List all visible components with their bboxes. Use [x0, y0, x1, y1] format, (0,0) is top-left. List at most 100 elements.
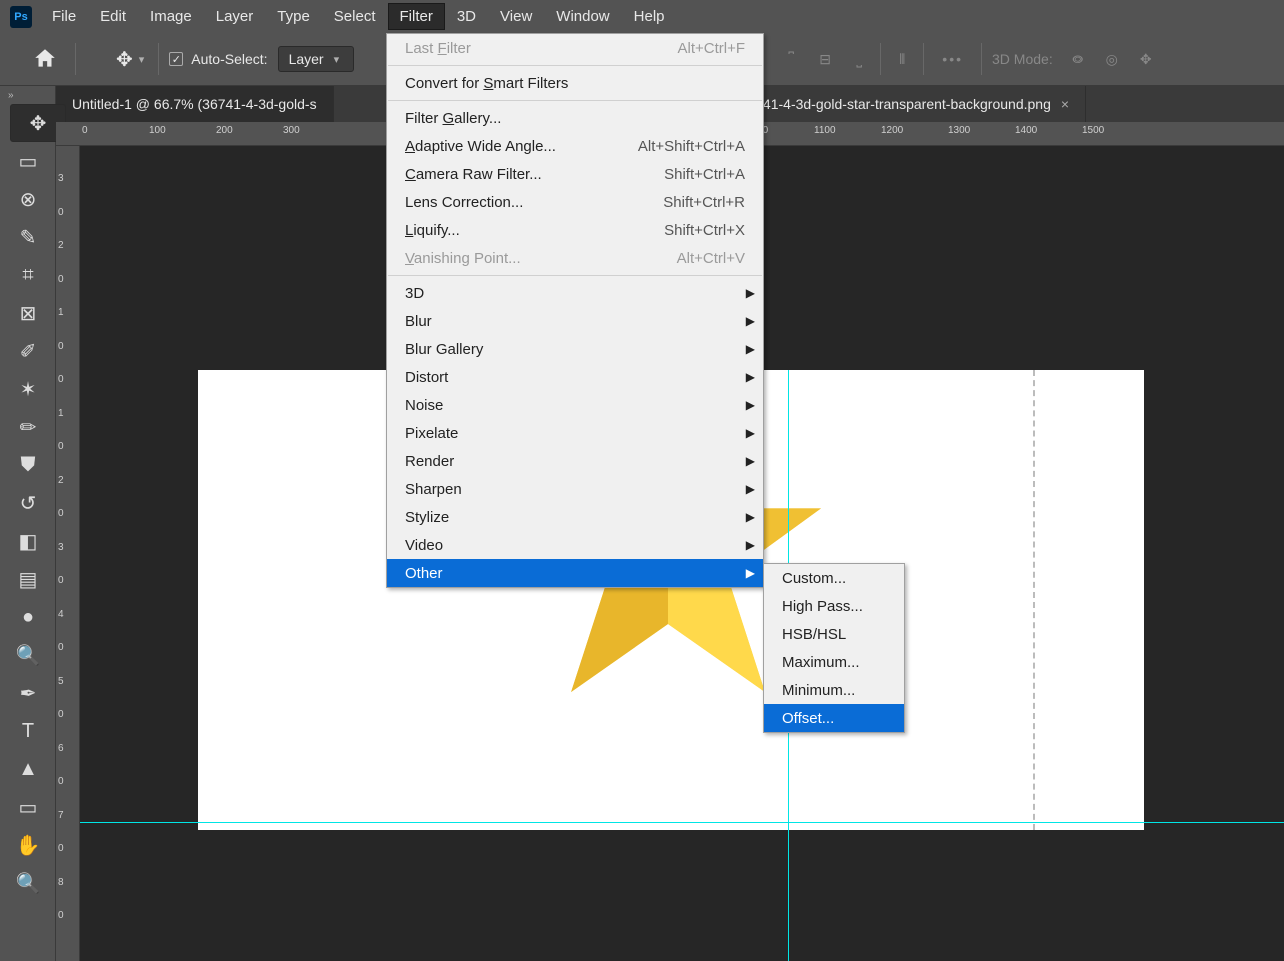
- menu-item-blur-gallery[interactable]: Blur Gallery▶: [387, 335, 763, 363]
- separator: [981, 43, 982, 75]
- pan-icon[interactable]: ✥: [1135, 48, 1157, 70]
- menu-item-last-filter: Last FilterAlt+Ctrl+F: [387, 34, 763, 62]
- quick-select-tool[interactable]: ✎: [0, 218, 56, 256]
- menu-layer[interactable]: Layer: [204, 3, 266, 30]
- home-button[interactable]: [25, 39, 65, 79]
- menu-item-label: Offset...: [782, 710, 834, 727]
- menu-item-lens-correction-[interactable]: Lens Correction...Shift+Ctrl+R: [387, 188, 763, 216]
- close-icon[interactable]: ×: [1061, 96, 1069, 112]
- menu-item-label: HSB/HSL: [782, 626, 846, 643]
- menu-item-label: Custom...: [782, 570, 846, 587]
- align-vcenter-icon[interactable]: ⊟: [814, 48, 836, 70]
- target-select[interactable]: Layer ▾: [278, 46, 355, 72]
- more-icon[interactable]: •••: [942, 51, 963, 67]
- distribute-icon[interactable]: ⦀: [899, 51, 905, 68]
- frame-tool[interactable]: ⊠: [0, 294, 56, 332]
- menu-item-other[interactable]: Other▶: [387, 559, 763, 587]
- menu-item-convert-for-smart-filters[interactable]: Convert for Smart Filters: [387, 69, 763, 97]
- menu-item-blur[interactable]: Blur▶: [387, 307, 763, 335]
- menu-item-custom-[interactable]: Custom...: [764, 564, 904, 592]
- separator: [158, 43, 159, 75]
- menu-item-adaptive-wide-angle-[interactable]: Adaptive Wide Angle...Alt+Shift+Ctrl+A: [387, 132, 763, 160]
- menu-item-label: Pixelate: [405, 425, 458, 442]
- path-select-tool[interactable]: ▲: [0, 750, 56, 788]
- menu-item-pixelate[interactable]: Pixelate▶: [387, 419, 763, 447]
- menu-item-stylize[interactable]: Stylize▶: [387, 503, 763, 531]
- menu-shortcut: Alt+Ctrl+V: [637, 250, 745, 267]
- ruler-tick: 0: [58, 442, 64, 452]
- ruler-tick: 2: [58, 476, 64, 486]
- orbit-icon[interactable]: ⭖: [1067, 48, 1089, 70]
- menu-item-hsb-hsl[interactable]: HSB/HSL: [764, 620, 904, 648]
- menu-item-label: Lens Correction...: [405, 194, 523, 211]
- menu-item-noise[interactable]: Noise▶: [387, 391, 763, 419]
- menu-edit[interactable]: Edit: [88, 3, 138, 30]
- align-bottom-icon[interactable]: ⎵: [848, 48, 870, 70]
- menu-type[interactable]: Type: [265, 3, 322, 30]
- ruler-tick: 1400: [1015, 125, 1037, 136]
- lasso-tool[interactable]: ⊗: [0, 180, 56, 218]
- shape-tool[interactable]: ▭: [0, 788, 56, 826]
- toolbar: » ✥▭⊗✎⌗⊠✐✶✏⛊↺◧▤●🔍✒T▲▭✋🔍: [0, 86, 56, 961]
- menu-filter[interactable]: Filter: [388, 3, 445, 30]
- menu-item-distort[interactable]: Distort▶: [387, 363, 763, 391]
- menu-item-label: Adaptive Wide Angle...: [405, 138, 556, 155]
- ruler-tick: 200: [216, 125, 233, 136]
- menu-3d[interactable]: 3D: [445, 3, 488, 30]
- menu-image[interactable]: Image: [138, 3, 204, 30]
- guide-horizontal[interactable]: [80, 822, 1284, 823]
- gradient-tool[interactable]: ▤: [0, 560, 56, 598]
- menu-view[interactable]: View: [488, 3, 544, 30]
- menu-item-filter-gallery-[interactable]: Filter Gallery...: [387, 104, 763, 132]
- history-brush-tool[interactable]: ↺: [0, 484, 56, 522]
- expand-toolbar[interactable]: »: [0, 86, 55, 104]
- menu-select[interactable]: Select: [322, 3, 388, 30]
- pen-tool[interactable]: ✒: [0, 674, 56, 712]
- menu-item-sharpen[interactable]: Sharpen▶: [387, 475, 763, 503]
- eyedropper-tool[interactable]: ✐: [0, 332, 56, 370]
- menu-item-camera-raw-filter-[interactable]: Camera Raw Filter...Shift+Ctrl+A: [387, 160, 763, 188]
- align-top-icon[interactable]: ⎴: [780, 48, 802, 70]
- ruler-tick: 0: [58, 777, 64, 787]
- separator: [880, 43, 881, 75]
- hand-tool[interactable]: ✋: [0, 826, 56, 864]
- ruler-tick: 6: [58, 744, 64, 754]
- dodge-tool[interactable]: 🔍: [0, 636, 56, 674]
- tab-star-png[interactable]: 36741-4-3d-gold-star-transparent-backgro…: [724, 86, 1087, 122]
- blur-tool[interactable]: ●: [0, 598, 56, 636]
- ruler-tick: 0: [82, 125, 88, 136]
- brush-tool[interactable]: ✏: [0, 408, 56, 446]
- type-tool[interactable]: T: [0, 712, 56, 750]
- menu-window[interactable]: Window: [544, 3, 621, 30]
- tab-label: Untitled-1 @ 66.7% (36741-4-3d-gold-s: [72, 96, 317, 112]
- submenu-arrow-icon: ▶: [746, 370, 755, 384]
- menu-item-3d[interactable]: 3D▶: [387, 279, 763, 307]
- menubar: Ps FileEditImageLayerTypeSelectFilter3DV…: [0, 0, 1284, 33]
- stamp-tool[interactable]: ⛊: [0, 446, 56, 484]
- crop-tool[interactable]: ⌗: [0, 256, 56, 294]
- auto-select-label: Auto-Select:: [191, 51, 267, 67]
- chevron-down-icon[interactable]: ▾: [139, 53, 145, 66]
- ruler-tick: 1: [58, 409, 64, 419]
- menu-file[interactable]: File: [40, 3, 88, 30]
- healing-tool[interactable]: ✶: [0, 370, 56, 408]
- eraser-tool[interactable]: ◧: [0, 522, 56, 560]
- menu-item-high-pass-[interactable]: High Pass...: [764, 592, 904, 620]
- auto-select-checkbox[interactable]: ✓: [169, 52, 183, 66]
- zoom-tool[interactable]: 🔍: [0, 864, 56, 902]
- menu-separator: [388, 100, 762, 101]
- menu-help[interactable]: Help: [622, 3, 677, 30]
- menu-item-offset-[interactable]: Offset...: [764, 704, 904, 732]
- menu-item-video[interactable]: Video▶: [387, 531, 763, 559]
- marquee-tool[interactable]: ▭: [0, 142, 56, 180]
- menu-item-minimum-[interactable]: Minimum...: [764, 676, 904, 704]
- menu-item-maximum-[interactable]: Maximum...: [764, 648, 904, 676]
- menu-item-liquify-[interactable]: Liquify...Shift+Ctrl+X: [387, 216, 763, 244]
- target-select-label: Layer: [289, 51, 324, 67]
- roll-icon[interactable]: ◎: [1101, 48, 1123, 70]
- tab-untitled[interactable]: Untitled-1 @ 66.7% (36741-4-3d-gold-s: [56, 86, 334, 122]
- filter-other-submenu: Custom... High Pass... HSB/HSL Maximum...Mi…: [763, 563, 905, 733]
- ruler-vertical[interactable]: 30201001020304050607080: [56, 146, 80, 961]
- tab-label: 36741-4-3d-gold-star-transparent-backgro…: [740, 96, 1051, 112]
- menu-item-render[interactable]: Render▶: [387, 447, 763, 475]
